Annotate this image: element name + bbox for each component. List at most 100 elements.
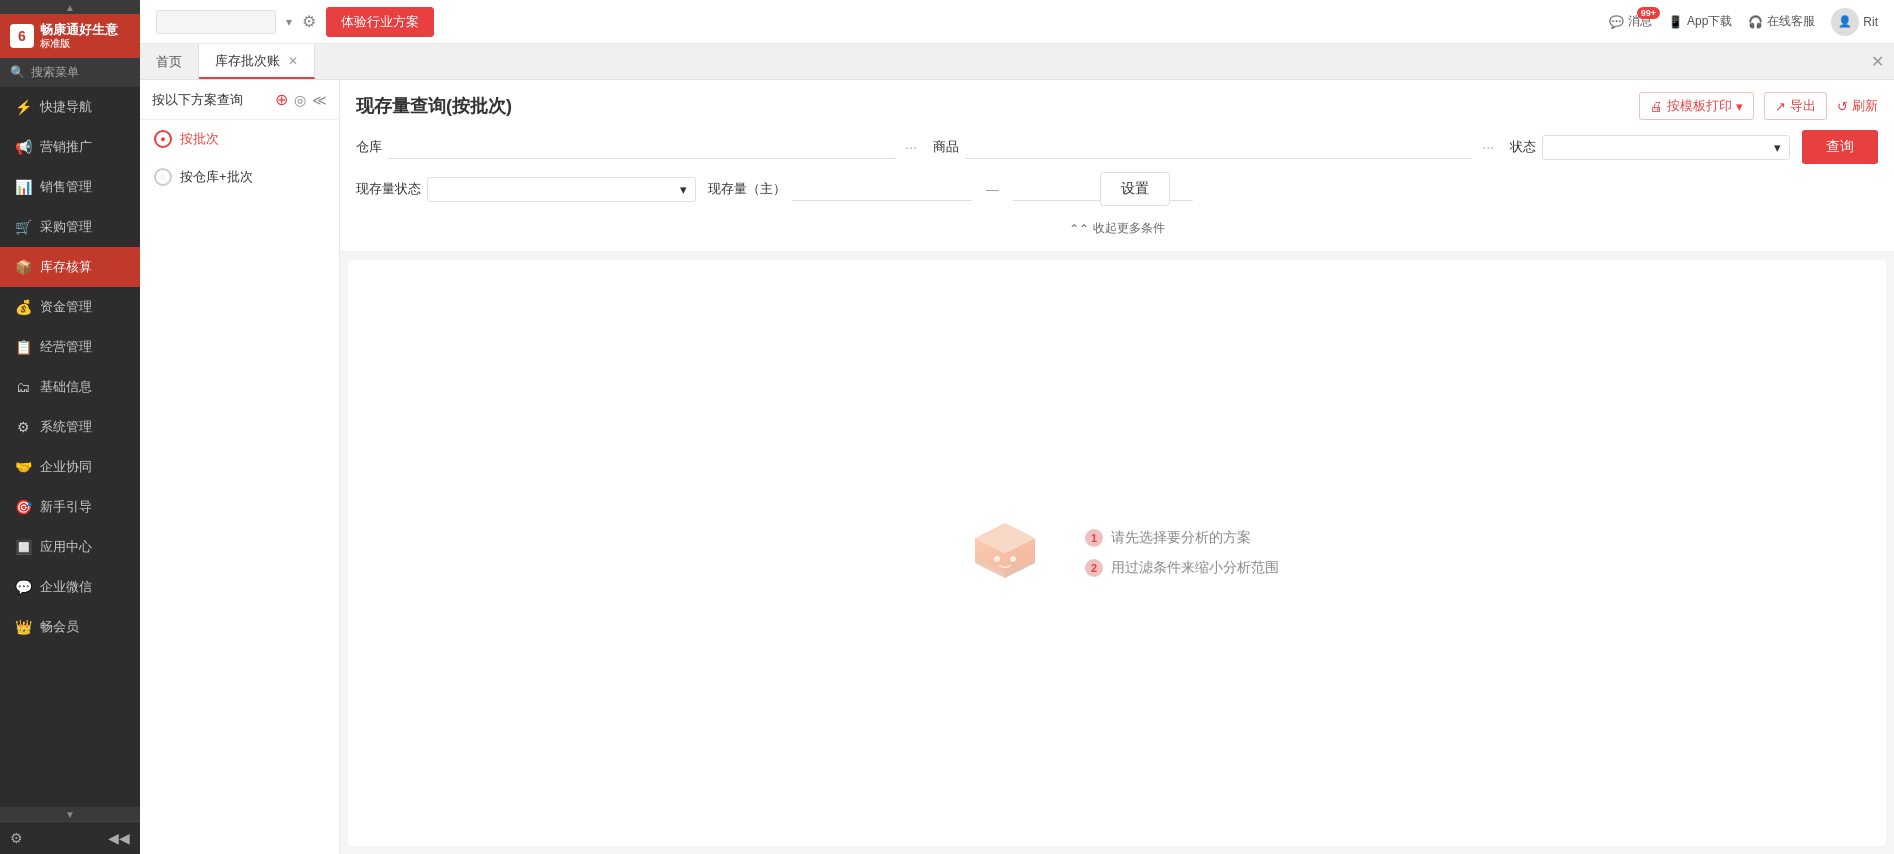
warehouse-input[interactable] [388, 135, 895, 159]
query-btn[interactable]: 查询 [1802, 130, 1878, 164]
stock-qty-field: 现存量（主） — [708, 177, 1088, 201]
app-version: 标准版 [40, 38, 118, 50]
left-panel: 按以下方案查询 ⊕ ◎ ≪ ● 按批次 ○ 按仓库+批次 [140, 80, 340, 854]
stock-status-label: 现存量状态 [356, 180, 421, 198]
topbar: ▾ ⚙ 体验行业方案 💬 消息 99+ 📱 App下载 🎧 在线客服 👤 [140, 0, 1894, 44]
user-profile-action[interactable]: 👤 Rit [1831, 8, 1878, 36]
phone-icon: 📱 [1668, 15, 1683, 29]
hint-2-text: 用过滤条件来缩小分析范围 [1111, 559, 1279, 577]
tabbar: 首页 库存批次账 ✕ ✕ [140, 44, 1894, 80]
sidebar-item-purchase[interactable]: 🛒 采购管理 [0, 207, 140, 247]
warehouse-field: 仓库 ··· [356, 135, 921, 159]
experience-btn[interactable]: 体验行业方案 [326, 7, 434, 37]
operations-icon: 📋 [14, 338, 32, 356]
tab-home[interactable]: 首页 [140, 44, 199, 79]
search-icon: 🔍 [10, 65, 25, 79]
query-header: 现存量查询(按批次) 🖨 按模板打印 ▾ ↗ 导出 ↺ [340, 80, 1894, 252]
sidebar-item-finance[interactable]: 💰 资金管理 [0, 287, 140, 327]
collapse-panel-icon[interactable]: ≪ [312, 92, 327, 108]
scheme-settings-icon[interactable]: ◎ [294, 92, 306, 108]
sidebar-item-marketing[interactable]: 📢 营销推广 [0, 127, 140, 167]
scheme-inactive-icon: ○ [154, 168, 172, 186]
sidebar-item-quick-nav[interactable]: ⚡ 快捷导航 [0, 87, 140, 127]
finance-icon: 💰 [14, 298, 32, 316]
tab-batch-account[interactable]: 库存批次账 ✕ [199, 44, 315, 79]
topbar-gear-icon[interactable]: ⚙ [302, 12, 316, 31]
settings-btn[interactable]: 设置 [1100, 172, 1170, 206]
print-btn[interactable]: 🖨 按模板打印 ▾ [1639, 92, 1754, 120]
sidebar-scroll-down[interactable]: ▼ [0, 807, 140, 821]
stock-status-dropdown-icon: ▾ [680, 182, 687, 197]
search-label: 搜索菜单 [31, 64, 79, 81]
quick-nav-icon: ⚡ [14, 98, 32, 116]
stock-qty-dash: — [978, 182, 1007, 197]
main-area: ▾ ⚙ 体验行业方案 💬 消息 99+ 📱 App下载 🎧 在线客服 👤 [140, 0, 1894, 854]
new-guide-icon: 🎯 [14, 498, 32, 516]
content-area: 按以下方案查询 ⊕ ◎ ≪ ● 按批次 ○ 按仓库+批次 现存量查询( [140, 80, 1894, 854]
tab-close-btn[interactable]: ✕ [288, 54, 298, 68]
sidebar-item-system[interactable]: ⚙ 系统管理 [0, 407, 140, 447]
sidebar-item-sales[interactable]: 📊 销售管理 [0, 167, 140, 207]
export-btn[interactable]: ↗ 导出 [1764, 92, 1827, 120]
sidebar-item-label: 应用中心 [40, 538, 92, 556]
sidebar: ▲ 6 畅康通好生意 标准版 🔍 搜索菜单 ⚡ 快捷导航 📢 营销推广 📊 销售… [0, 0, 140, 854]
stock-status-field: 现存量状态 ▾ [356, 177, 696, 202]
hint-1: 1 请先选择要分析的方案 [1085, 529, 1279, 547]
product-more-icon[interactable]: ··· [1478, 139, 1498, 155]
scheme-warehouse-batch-label: 按仓库+批次 [180, 168, 253, 186]
sidebar-item-new-guide[interactable]: 🎯 新手引导 [0, 487, 140, 527]
sidebar-item-label: 基础信息 [40, 378, 92, 396]
scheme-item-warehouse-batch[interactable]: ○ 按仓库+批次 [140, 158, 339, 196]
chevron-up-icon: ⌃⌃ [1069, 222, 1089, 236]
inventory-icon: 📦 [14, 258, 32, 276]
scheme-item-batch[interactable]: ● 按批次 [140, 120, 339, 158]
collapse-btn[interactable]: ⌃⌃ 收起更多条件 [356, 214, 1878, 243]
refresh-btn[interactable]: ↺ 刷新 [1837, 97, 1878, 115]
sidebar-item-enterprise[interactable]: 🤝 企业协同 [0, 447, 140, 487]
status-select[interactable]: ▾ [1542, 135, 1790, 160]
right-panel: 现存量查询(按批次) 🖨 按模板打印 ▾ ↗ 导出 ↺ [340, 80, 1894, 854]
stock-qty-from-input[interactable] [792, 177, 972, 201]
add-scheme-icon[interactable]: ⊕ [275, 90, 288, 109]
warehouse-label: 仓库 [356, 138, 382, 156]
sidebar-item-app-center[interactable]: 🔲 应用中心 [0, 527, 140, 567]
sidebar-nav: ⚡ 快捷导航 📢 营销推广 📊 销售管理 🛒 采购管理 📦 库存核算 💰 资金管… [0, 87, 140, 807]
basics-icon: 🗂 [14, 378, 32, 396]
sidebar-item-label: 快捷导航 [40, 98, 92, 116]
sidebar-item-basics[interactable]: 🗂 基础信息 [0, 367, 140, 407]
warehouse-more-icon[interactable]: ··· [901, 139, 921, 155]
footer-collapse-icon[interactable]: ◀◀ [108, 830, 130, 846]
empty-illustration [955, 503, 1055, 603]
panel-close-btn[interactable]: ✕ [1861, 52, 1894, 71]
filter-row-1: 仓库 ··· 商品 ··· 状态 ▾ [356, 130, 1878, 164]
sidebar-item-label: 资金管理 [40, 298, 92, 316]
sidebar-header: 6 畅康通好生意 标准版 [0, 14, 140, 58]
hint-2: 2 用过滤条件来缩小分析范围 [1085, 559, 1279, 577]
messages-action[interactable]: 💬 消息 99+ [1609, 13, 1652, 30]
sidebar-item-member[interactable]: 👑 畅会员 [0, 607, 140, 647]
sidebar-item-operations[interactable]: 📋 经营管理 [0, 327, 140, 367]
sidebar-item-label: 企业微信 [40, 578, 92, 596]
app-name-block: 畅康通好生意 标准版 [40, 22, 118, 50]
empty-text: 1 请先选择要分析的方案 2 用过滤条件来缩小分析范围 [1085, 529, 1279, 577]
footer-settings-icon[interactable]: ⚙ [10, 830, 23, 846]
svg-point-5 [1010, 556, 1016, 562]
product-input[interactable] [965, 135, 1472, 159]
sidebar-item-label: 营销推广 [40, 138, 92, 156]
online-service-action[interactable]: 🎧 在线客服 [1748, 13, 1815, 30]
title-actions: 🖨 按模板打印 ▾ ↗ 导出 ↺ 刷新 [1639, 92, 1878, 120]
hint-1-text: 请先选择要分析的方案 [1111, 529, 1251, 547]
sidebar-item-wechat[interactable]: 💬 企业微信 [0, 567, 140, 607]
username: Rit [1863, 15, 1878, 29]
refresh-label: 刷新 [1852, 97, 1878, 115]
svg-point-4 [994, 556, 1000, 562]
sidebar-item-inventory[interactable]: 📦 库存核算 [0, 247, 140, 287]
print-dropdown-icon[interactable]: ▾ [1736, 99, 1743, 114]
stock-status-select[interactable]: ▾ [427, 177, 696, 202]
topbar-search-input[interactable] [156, 10, 276, 34]
stock-qty-label: 现存量（主） [708, 180, 786, 198]
sidebar-search[interactable]: 🔍 搜索菜单 [0, 58, 140, 87]
app-download-action[interactable]: 📱 App下载 [1668, 13, 1732, 30]
topbar-dropdown-icon[interactable]: ▾ [286, 15, 292, 29]
sidebar-scroll-up[interactable]: ▲ [0, 0, 140, 14]
